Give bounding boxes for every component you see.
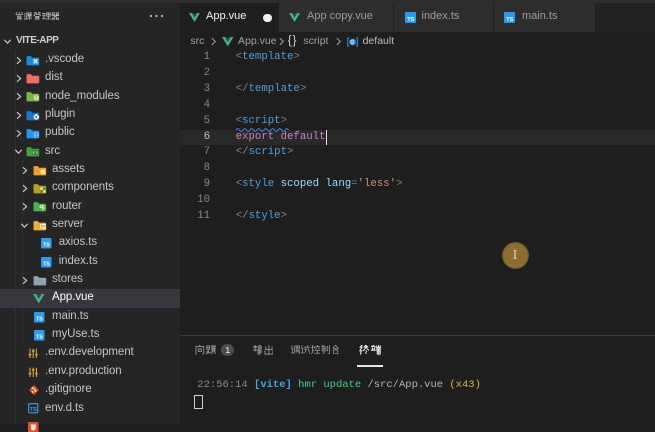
svg-text:TS: TS <box>36 334 43 340</box>
svg-text:TS: TS <box>43 261 50 267</box>
svg-text:TS: TS <box>407 16 414 22</box>
svg-text:TS: TS <box>506 16 513 22</box>
svg-text:TS: TS <box>30 408 37 414</box>
svg-text:TS: TS <box>43 243 50 249</box>
svg-text:TS: TS <box>36 316 43 322</box>
